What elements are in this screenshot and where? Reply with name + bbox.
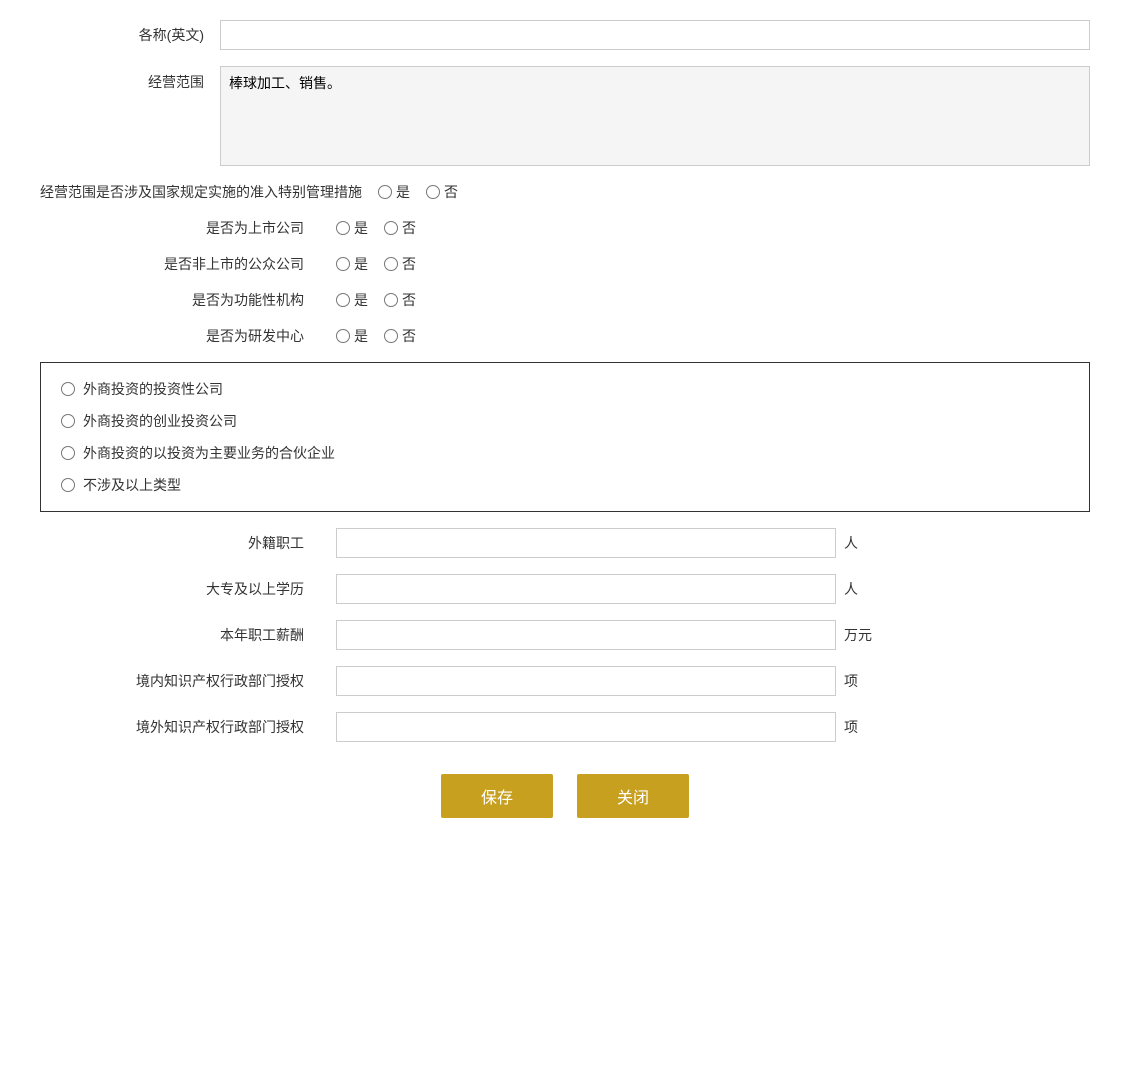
foreign-workers-row: 外籍职工 人: [40, 528, 1090, 558]
rd-center-radio-group: 是 否: [336, 326, 416, 346]
annual-salary-unit: 万元: [844, 625, 872, 645]
public-unlisted-no[interactable]: 否: [384, 254, 416, 274]
domestic-ip-unit: 项: [844, 671, 868, 691]
rd-center-label: 是否为研发中心: [40, 326, 320, 346]
annual-salary-input[interactable]: [336, 620, 836, 650]
college-degree-unit: 人: [844, 579, 868, 599]
rd-center-no[interactable]: 否: [384, 326, 416, 346]
college-degree-input[interactable]: [336, 574, 836, 604]
investment-type-2-label[interactable]: 外商投资的创业投资公司: [83, 411, 237, 431]
public-unlisted-row: 是否非上市的公众公司 是 否: [40, 254, 1090, 274]
investment-type-4[interactable]: 不涉及以上类型: [61, 475, 1069, 495]
rd-center-no-label[interactable]: 否: [402, 326, 416, 346]
foreign-workers-input[interactable]: [336, 528, 836, 558]
public-unlisted-yes-label[interactable]: 是: [354, 254, 368, 274]
investment-type-2[interactable]: 外商投资的创业投资公司: [61, 411, 1069, 431]
foreign-ip-unit: 项: [844, 717, 868, 737]
rd-center-yes-label[interactable]: 是: [354, 326, 368, 346]
special-mgmt-radio-group: 是 否: [378, 182, 458, 202]
public-unlisted-label: 是否非上市的公众公司: [40, 254, 320, 274]
business-scope-label: 经营范围: [40, 66, 220, 92]
investment-type-4-label[interactable]: 不涉及以上类型: [83, 475, 181, 495]
public-unlisted-no-label[interactable]: 否: [402, 254, 416, 274]
special-mgmt-yes-label[interactable]: 是: [396, 182, 410, 202]
button-row: 保存 关闭: [40, 774, 1090, 818]
form-container: 各称(英文) 经营范围 棒球加工、销售。 经营范围是否涉及国家规定实施的准入特别…: [40, 20, 1090, 818]
college-degree-row: 大专及以上学历 人: [40, 574, 1090, 604]
listed-company-yes[interactable]: 是: [336, 218, 368, 238]
public-unlisted-yes[interactable]: 是: [336, 254, 368, 274]
domestic-ip-label: 境内知识产权行政部门授权: [40, 671, 320, 691]
english-name-input[interactable]: [220, 20, 1090, 50]
domestic-ip-input[interactable]: [336, 666, 836, 696]
listed-company-no-label[interactable]: 否: [402, 218, 416, 238]
special-mgmt-yes[interactable]: 是: [378, 182, 410, 202]
domestic-ip-row: 境内知识产权行政部门授权 项: [40, 666, 1090, 696]
college-degree-label: 大专及以上学历: [40, 579, 320, 599]
public-unlisted-radio-group: 是 否: [336, 254, 416, 274]
functional-org-no[interactable]: 否: [384, 290, 416, 310]
functional-org-yes[interactable]: 是: [336, 290, 368, 310]
english-name-label: 各称(英文): [40, 25, 220, 45]
investment-type-3-label[interactable]: 外商投资的以投资为主要业务的合伙企业: [83, 443, 335, 463]
listed-company-row: 是否为上市公司 是 否: [40, 218, 1090, 238]
functional-org-radio-group: 是 否: [336, 290, 416, 310]
functional-org-row: 是否为功能性机构 是 否: [40, 290, 1090, 310]
foreign-workers-label: 外籍职工: [40, 533, 320, 553]
listed-company-yes-label[interactable]: 是: [354, 218, 368, 238]
annual-salary-row: 本年职工薪酬 万元: [40, 620, 1090, 650]
functional-org-label: 是否为功能性机构: [40, 290, 320, 310]
functional-org-yes-label[interactable]: 是: [354, 290, 368, 310]
special-mgmt-label: 经营范围是否涉及国家规定实施的准入特别管理措施: [40, 182, 378, 202]
foreign-ip-label: 境外知识产权行政部门授权: [40, 717, 320, 737]
special-mgmt-row: 经营范围是否涉及国家规定实施的准入特别管理措施 是 否: [40, 182, 1090, 202]
investment-type-3[interactable]: 外商投资的以投资为主要业务的合伙企业: [61, 443, 1069, 463]
save-button[interactable]: 保存: [441, 774, 553, 818]
special-mgmt-no-label[interactable]: 否: [444, 182, 458, 202]
functional-org-no-label[interactable]: 否: [402, 290, 416, 310]
listed-company-label: 是否为上市公司: [40, 218, 320, 238]
english-name-row: 各称(英文): [40, 20, 1090, 50]
rd-center-yes[interactable]: 是: [336, 326, 368, 346]
foreign-ip-row: 境外知识产权行政部门授权 项: [40, 712, 1090, 742]
rd-center-row: 是否为研发中心 是 否: [40, 326, 1090, 346]
investment-type-1-label[interactable]: 外商投资的投资性公司: [83, 379, 223, 399]
business-scope-textarea[interactable]: 棒球加工、销售。: [220, 66, 1090, 166]
listed-company-radio-group: 是 否: [336, 218, 416, 238]
foreign-workers-unit: 人: [844, 533, 868, 553]
special-mgmt-no[interactable]: 否: [426, 182, 458, 202]
investment-types-box: 外商投资的投资性公司 外商投资的创业投资公司 外商投资的以投资为主要业务的合伙企…: [40, 362, 1090, 512]
annual-salary-label: 本年职工薪酬: [40, 625, 320, 645]
investment-type-1[interactable]: 外商投资的投资性公司: [61, 379, 1069, 399]
foreign-ip-input[interactable]: [336, 712, 836, 742]
close-button[interactable]: 关闭: [577, 774, 689, 818]
business-scope-row: 经营范围 棒球加工、销售。: [40, 66, 1090, 166]
listed-company-no[interactable]: 否: [384, 218, 416, 238]
